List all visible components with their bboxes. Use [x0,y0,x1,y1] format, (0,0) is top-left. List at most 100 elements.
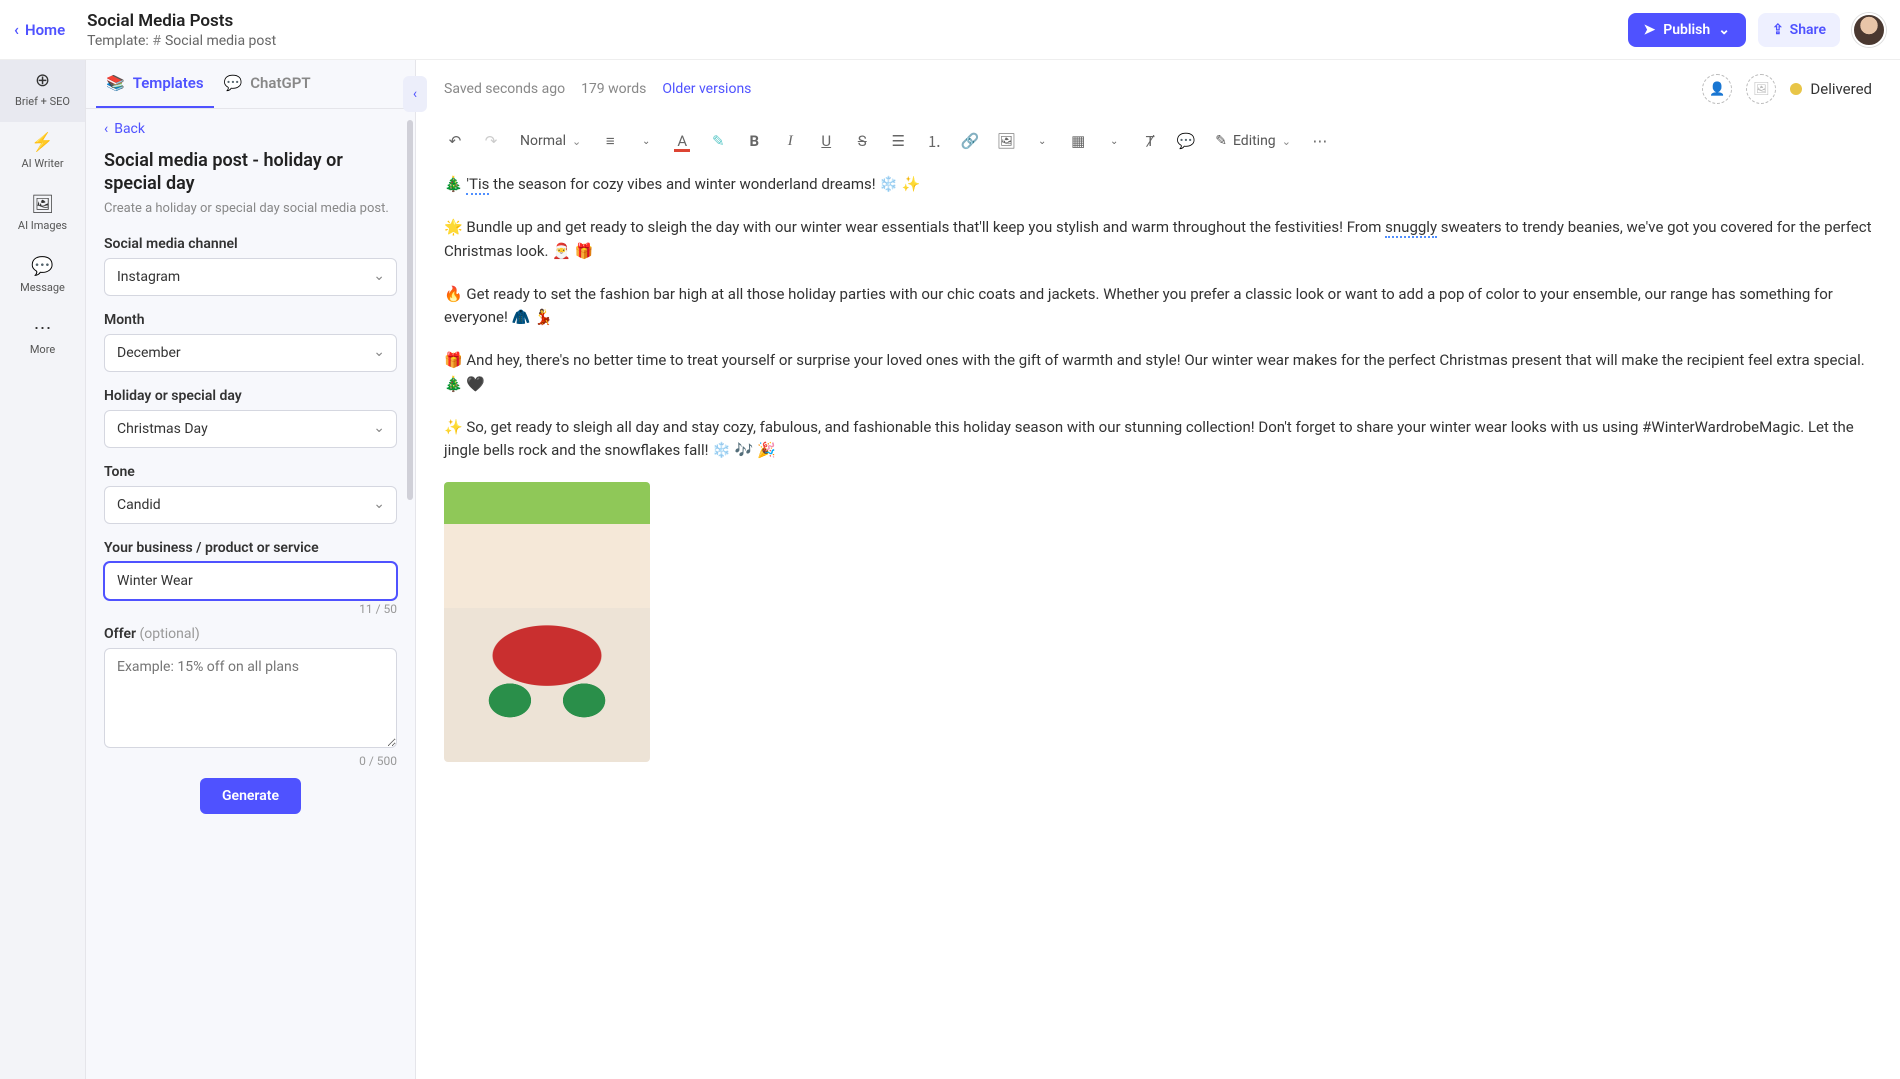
add-image-icon[interactable]: 🖼 [1746,74,1776,104]
month-select[interactable]: December [104,334,397,372]
top-header: ‹ Home Social Media Posts Template: #Soc… [0,0,1900,60]
channel-select-wrap: Instagram [104,258,397,296]
title-block: Social Media Posts Template: #Social med… [87,11,276,49]
tab-chatgpt[interactable]: 💬 ChatGPT [214,60,321,108]
avatar[interactable] [1852,13,1886,47]
sidebar-item-message[interactable]: 💬 Message [0,246,85,308]
template-label: Template: [87,33,149,49]
link-button[interactable]: 🔗 [955,126,985,156]
bold-button[interactable]: B [739,126,769,156]
pencil-icon: ✎ [1215,133,1227,149]
paragraph[interactable]: 🔥 Get ready to set the fashion bar high … [444,283,1872,330]
publish-button[interactable]: ➤ Publish ⌄ [1628,13,1746,47]
offer-optional: (optional) [140,626,200,642]
undo-button[interactable]: ↶ [440,126,470,156]
italic-button[interactable]: I [775,126,805,156]
status-dot-icon [1790,83,1802,95]
status-badge[interactable]: Delivered [1790,80,1872,98]
panel-title: Social media post - holiday or special d… [104,149,397,196]
sidebar-item-more[interactable]: ⋯ More [0,308,85,370]
more-button[interactable]: ⋯ [1305,126,1335,156]
clear-format-button[interactable]: Ⱦ [1135,126,1165,156]
sidebar-item-label: More [30,343,55,356]
redo-button[interactable]: ↷ [476,126,506,156]
share-label: Share [1790,22,1826,38]
generate-button[interactable]: Generate [200,778,301,814]
bolt-icon: ⚡ [31,132,53,153]
sidebar-item-ai-images[interactable]: 🖼 AI Images [0,184,85,246]
spellcheck-underline: 'Tis [466,175,489,195]
tone-select-wrap: Candid [104,486,397,524]
editing-mode-dropdown[interactable]: ✎ Editing ⌄ [1207,129,1299,153]
offer-char-count: 0 / 500 [104,754,397,768]
scrollbar[interactable] [407,120,413,500]
saved-status: Saved seconds ago [444,81,565,97]
page-title: Social Media Posts [87,11,276,31]
tab-templates[interactable]: 📚 Templates [96,60,214,108]
channel-select[interactable]: Instagram [104,258,397,296]
sidebar-item-ai-writer[interactable]: ⚡ AI Writer [0,122,85,184]
holiday-select[interactable]: Christmas Day [104,410,397,448]
more-icon: ⋯ [34,318,52,339]
numbered-list-button[interactable]: ⒈ [919,126,949,156]
paragraph[interactable]: 🎄 'Tis the season for cozy vibes and win… [444,173,1872,196]
send-icon: ➤ [1644,22,1656,38]
editing-label: Editing [1233,133,1276,149]
home-label: Home [25,21,65,39]
share-button[interactable]: ⇪ Share [1758,13,1840,47]
month-select-wrap: December [104,334,397,372]
chat-icon: 💬 [224,74,243,92]
editor-status-bar: Saved seconds ago 179 words Older versio… [416,60,1900,118]
chevron-down-icon[interactable]: ⌄ [1099,126,1129,156]
format-label: Normal [520,133,566,149]
business-label: Your business / product or service [104,540,397,556]
chevron-down-icon[interactable]: ⌄ [631,126,661,156]
content-image[interactable] [444,482,650,762]
underline-button[interactable]: U [811,126,841,156]
bullet-list-button[interactable]: ☰ [883,126,913,156]
business-input[interactable] [104,562,397,600]
text: the season for cozy vibes and winter won… [489,175,920,193]
text-color-button[interactable]: A [667,126,697,156]
image-icon: 🖼 [31,194,54,215]
chevron-down-icon[interactable]: ⌄ [1027,126,1057,156]
chevron-left-icon: ‹ [104,121,108,137]
strikethrough-button[interactable]: S [847,126,877,156]
table-button[interactable]: ▦ [1063,126,1093,156]
offer-textarea[interactable] [104,648,397,748]
chevron-down-icon: ⌄ [572,135,581,148]
status-label: Delivered [1810,80,1872,98]
offer-label-text: Offer [104,626,136,642]
older-versions-link[interactable]: Older versions [662,81,751,97]
back-label: Back [114,121,145,137]
paragraph[interactable]: ✨ So, get ready to sleigh all day and st… [444,416,1872,463]
add-user-icon[interactable]: 👤 [1702,74,1732,104]
templates-icon: 📚 [106,74,125,92]
tone-select[interactable]: Candid [104,486,397,524]
paragraph[interactable]: 🌟 Bundle up and get ready to sleigh the … [444,216,1872,263]
align-button[interactable]: ≡ [595,126,625,156]
image-button[interactable]: 🖼 [991,126,1021,156]
panel-tabs: 📚 Templates 💬 ChatGPT [86,60,415,109]
chevron-down-icon: ⌄ [1282,135,1291,148]
sidebar-item-label: AI Images [18,219,67,232]
offer-label: Offer (optional) [104,626,397,642]
paragraph[interactable]: 🎁 And hey, there's no better time to tre… [444,349,1872,396]
share-icon: ⇪ [1772,22,1784,38]
sidebar-item-brief-seo[interactable]: ⊕ Brief + SEO [0,60,85,122]
editor-area: Saved seconds ago 179 words Older versio… [416,0,1900,1079]
editor-content[interactable]: 🎄 'Tis the season for cozy vibes and win… [416,173,1900,1079]
channel-label: Social media channel [104,236,397,252]
back-link[interactable]: ‹ Back [104,121,397,137]
hash-icon: # [152,33,161,49]
editor-toolbar: ↶ ↷ Normal ⌄ ≡ ⌄ A ✎ B I U S ☰ ⒈ 🔗 🖼 ⌄ ▦… [416,118,1900,173]
text: 🌟 Bundle up and get ready to sleigh the … [444,218,1385,236]
comment-button[interactable]: 💬 [1171,126,1201,156]
panel-content: ‹ Back Social media post - holiday or sp… [86,109,415,1079]
home-link[interactable]: ‹ Home [14,20,65,39]
collapse-panel-button[interactable]: ‹ [403,76,427,112]
highlight-button[interactable]: ✎ [703,126,733,156]
text: 🎄 [444,175,466,193]
editor-status-right: 👤 🖼 Delivered [1702,74,1872,104]
format-dropdown[interactable]: Normal ⌄ [512,129,589,153]
